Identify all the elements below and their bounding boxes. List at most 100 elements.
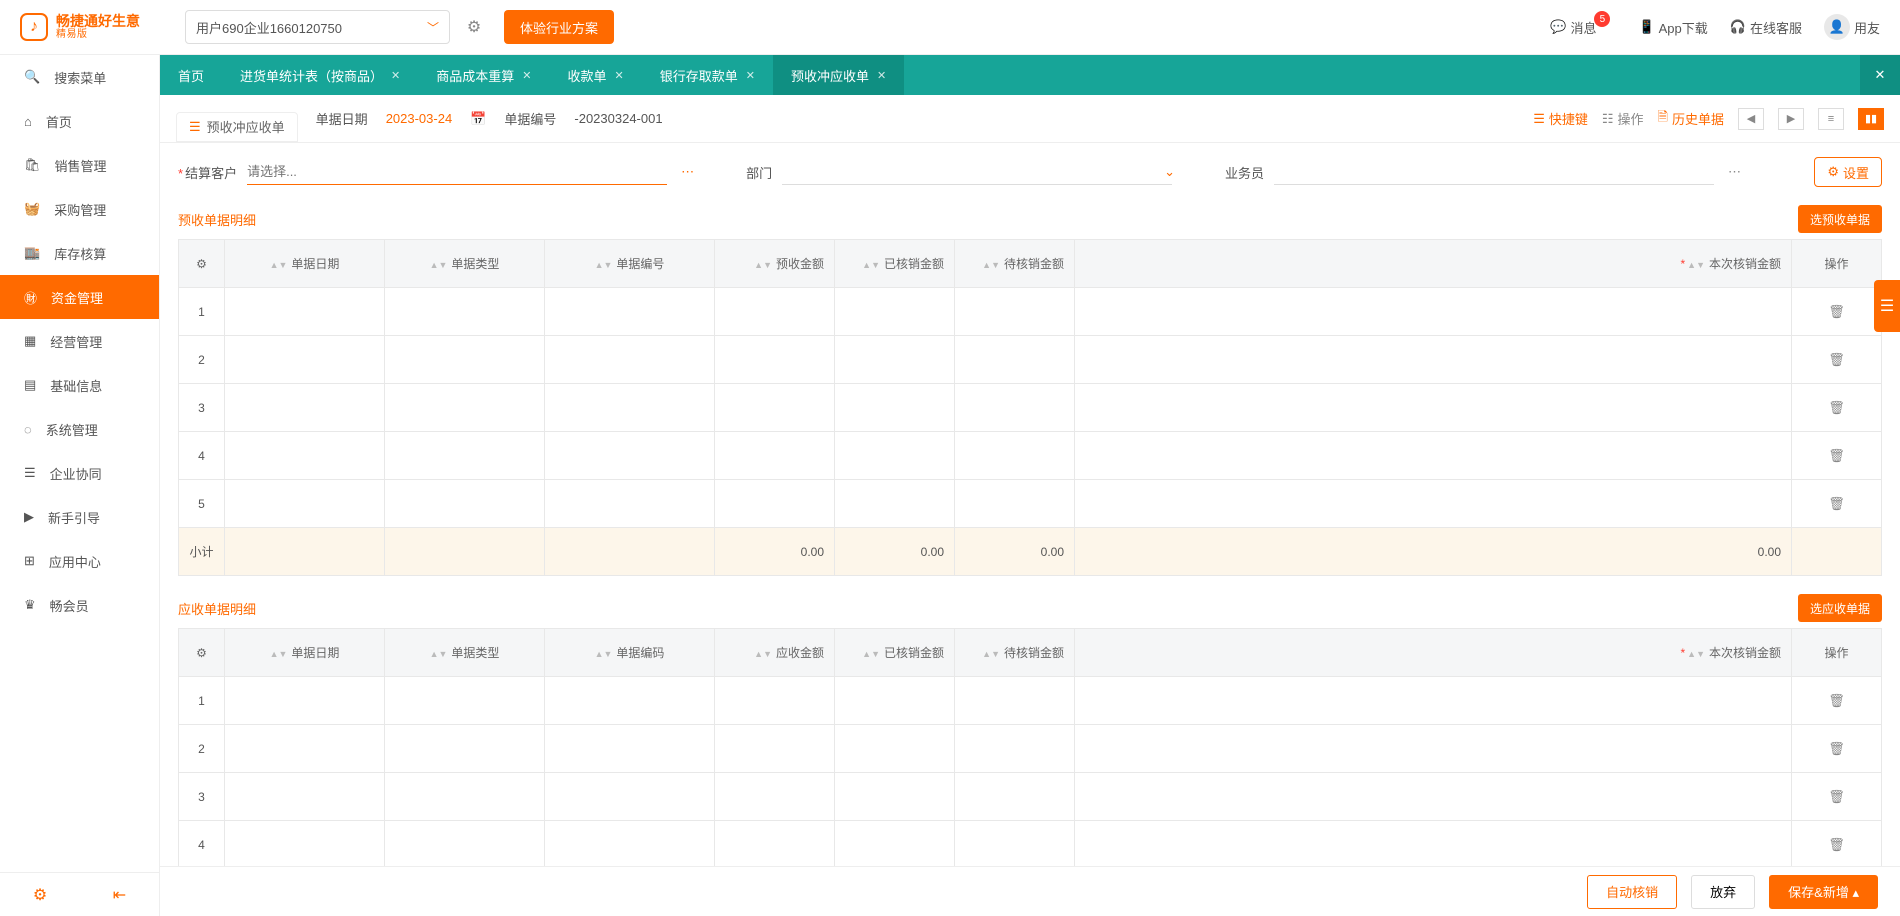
tab-purchase-stats[interactable]: 进货单统计表（按商品）✕ <box>222 55 418 95</box>
nav-purchase[interactable]: 🧺采购管理 <box>0 187 159 231</box>
table-row[interactable]: 4🗑 <box>179 821 1882 869</box>
tab-receipt[interactable]: 收款单✕ <box>549 55 641 95</box>
select-receivable-button[interactable]: 选应收单据 <box>1798 594 1882 622</box>
trash-icon[interactable]: 🗑 <box>1828 693 1845 708</box>
sort-icon[interactable]: ▲▼ <box>982 651 1000 657</box>
customer-service-link[interactable]: 🎧 在线客服 <box>1730 18 1802 37</box>
nav-sales[interactable]: 🛍销售管理 <box>0 143 159 187</box>
sort-icon[interactable]: ▲▼ <box>430 651 448 657</box>
sort-icon[interactable]: ▲▼ <box>270 651 288 657</box>
messages-link[interactable]: 💬 消息 5 <box>1550 18 1616 37</box>
sort-icon[interactable]: ▲▼ <box>595 651 613 657</box>
table-row[interactable]: 5🗑 <box>179 480 1882 528</box>
nav-inventory[interactable]: 🏬库存核算 <box>0 231 159 275</box>
view-form[interactable]: ▮▮ <box>1858 108 1884 130</box>
sort-icon[interactable]: ▲▼ <box>754 651 772 657</box>
nav-collab[interactable]: ☰企业协同 <box>0 451 159 495</box>
app-download-link[interactable]: 📱 App下载 <box>1638 18 1707 37</box>
trash-icon[interactable]: 🗑 <box>1828 448 1845 463</box>
side-drawer-handle[interactable]: ☰ <box>1874 280 1900 332</box>
close-icon[interactable]: ✕ <box>615 69 624 82</box>
guide-icon: ▶ <box>24 509 34 525</box>
biz-input[interactable] <box>1274 159 1714 185</box>
dept-input[interactable] <box>782 159 1172 185</box>
sort-icon[interactable]: ▲▼ <box>862 651 880 657</box>
brand-logo: ♪ 畅捷通好生意 精易版 <box>20 13 160 41</box>
prepay-section-title: 预收单据明细 <box>178 210 256 229</box>
discard-button[interactable]: 放弃 <box>1691 875 1755 909</box>
table-row[interactable]: 3🗑 <box>179 384 1882 432</box>
nav-apps[interactable]: ⊞应用中心 <box>0 539 159 583</box>
close-icon[interactable]: ✕ <box>746 69 755 82</box>
doc-date-value[interactable]: 2023-03-24 <box>386 111 453 126</box>
sort-icon[interactable]: ▲▼ <box>270 262 288 268</box>
trial-plan-button[interactable]: 体验行业方案 <box>504 10 614 44</box>
customer-input[interactable] <box>247 159 667 185</box>
sort-icon[interactable]: ▲▼ <box>595 262 613 268</box>
nav-basic[interactable]: ▤基础信息 <box>0 363 159 407</box>
view-list[interactable]: ≡ <box>1818 108 1844 130</box>
tab-home[interactable]: 首页 <box>160 55 222 95</box>
doc-header-bar: ☰ 预收冲应收单 单据日期 2023-03-24 📅 单据编号 -2023032… <box>160 95 1900 143</box>
nav-system[interactable]: ◌系统管理 <box>0 407 159 451</box>
close-all-tabs[interactable]: ✕ <box>1860 55 1900 95</box>
nav-search[interactable]: 🔍搜索菜单 <box>0 55 159 99</box>
nav-operation[interactable]: ▦经营管理 <box>0 319 159 363</box>
sort-icon[interactable]: ▲▼ <box>1687 651 1705 657</box>
auto-offset-button[interactable]: 自动核销 <box>1587 875 1677 909</box>
trash-icon[interactable]: 🗑 <box>1828 837 1845 852</box>
select-prepay-button[interactable]: 选预收单据 <box>1798 205 1882 233</box>
table-row[interactable]: 2🗑 <box>179 336 1882 384</box>
history-link[interactable]: 🗎 历史单据 <box>1658 108 1724 130</box>
save-new-button[interactable]: 保存&新增 ▴ <box>1769 875 1878 909</box>
customer-field: *结算客户 ⋯ <box>178 159 696 185</box>
collapse-icon[interactable]: ⇤ <box>113 885 126 905</box>
trash-icon[interactable]: 🗑 <box>1828 304 1845 319</box>
table-row[interactable]: 1🗑 <box>179 288 1882 336</box>
gear-icon[interactable]: ⚙ <box>462 17 486 37</box>
nav-vip[interactable]: ♛畅会员 <box>0 583 159 627</box>
table-row[interactable]: 2🗑 <box>179 725 1882 773</box>
table-row[interactable]: 4🗑 <box>179 432 1882 480</box>
prev-doc[interactable]: ◀ <box>1738 108 1764 130</box>
operate-link[interactable]: ☷ 操作 <box>1602 109 1644 128</box>
user-menu[interactable]: 👤 用友 <box>1824 14 1880 40</box>
sort-icon[interactable]: ▲▼ <box>1687 262 1705 268</box>
settings-icon[interactable]: ⚙ <box>33 885 47 905</box>
sort-icon[interactable]: ▲▼ <box>862 262 880 268</box>
tab-bank[interactable]: 银行存取款单✕ <box>642 55 773 95</box>
chevron-down-icon[interactable]: ⌄ <box>1164 164 1175 180</box>
close-icon[interactable]: ✕ <box>522 69 531 82</box>
more-icon[interactable]: ⋯ <box>681 164 696 180</box>
gear-icon[interactable]: ⚙ <box>196 257 207 271</box>
next-doc[interactable]: ▶ <box>1778 108 1804 130</box>
gear-icon[interactable]: ⚙ <box>196 646 207 660</box>
trash-icon[interactable]: 🗑 <box>1828 496 1845 511</box>
table-row[interactable]: 3🗑 <box>179 773 1882 821</box>
close-icon[interactable]: ✕ <box>391 69 400 82</box>
trash-icon[interactable]: 🗑 <box>1828 789 1845 804</box>
nav-funds[interactable]: ㊖资金管理 <box>0 275 159 319</box>
shortcut-link[interactable]: ☰ 快捷键 <box>1533 109 1588 128</box>
tab-cost-recalc[interactable]: 商品成本重算✕ <box>418 55 549 95</box>
tenant-select[interactable]: 用户690企业1660120750 ﹀ <box>185 10 450 44</box>
biz-field: 业务员 ⋯ <box>1225 159 1743 185</box>
more-icon[interactable]: ⋯ <box>1728 164 1743 180</box>
doc-code-value: -20230324-001 <box>574 111 662 126</box>
calendar-icon[interactable]: 📅 <box>470 111 486 127</box>
vip-icon: ♛ <box>24 597 36 613</box>
sort-icon[interactable]: ▲▼ <box>754 262 772 268</box>
nav-guide[interactable]: ▶新手引导 <box>0 495 159 539</box>
doc-sub-tab[interactable]: ☰ 预收冲应收单 <box>176 112 298 142</box>
sort-icon[interactable]: ▲▼ <box>430 262 448 268</box>
trash-icon[interactable]: 🗑 <box>1828 741 1845 756</box>
trash-icon[interactable]: 🗑 <box>1828 400 1845 415</box>
sort-icon[interactable]: ▲▼ <box>982 262 1000 268</box>
tab-offset[interactable]: 预收冲应收单✕ <box>773 55 904 95</box>
page-settings-button[interactable]: ⚙ 设置 <box>1814 157 1882 187</box>
table-row[interactable]: 1🗑 <box>179 677 1882 725</box>
nav-home[interactable]: ⌂首页 <box>0 99 159 143</box>
trash-icon[interactable]: 🗑 <box>1828 352 1845 367</box>
close-icon[interactable]: ✕ <box>877 69 886 82</box>
content-scroll[interactable]: 预收单据明细 选预收单据 ⚙ ▲▼单据日期 ▲▼单据类型 ▲▼单据编号 ▲▼预收… <box>160 201 1900 916</box>
